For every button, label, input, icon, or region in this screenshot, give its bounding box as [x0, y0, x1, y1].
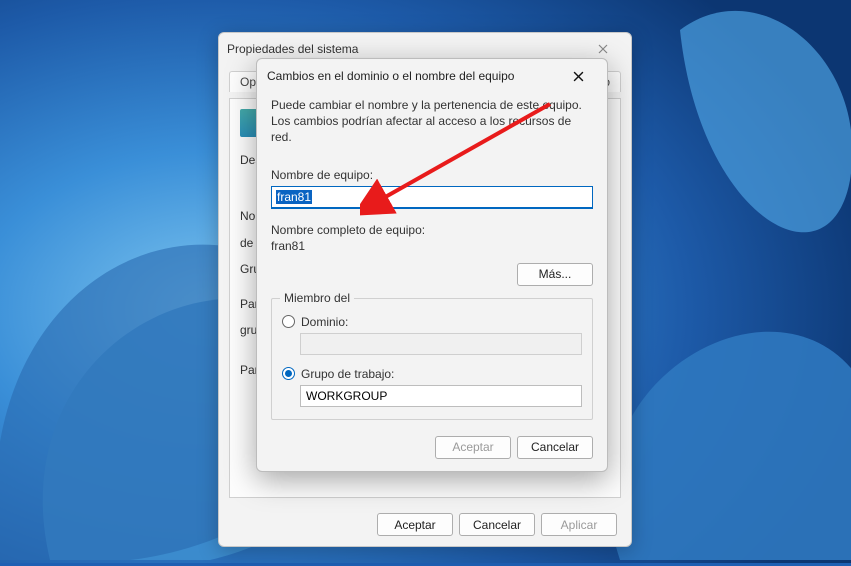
domain-radio-row[interactable]: Dominio: — [282, 315, 582, 329]
cancel-button[interactable]: Cancelar — [517, 436, 593, 459]
parent-title: Propiedades del sistema — [227, 42, 358, 56]
child-titlebar: Cambios en el dominio o el nombre del eq… — [257, 59, 607, 93]
workgroup-radio-row[interactable]: Grupo de trabajo: — [282, 367, 582, 381]
computer-name-label: Nombre de equipo: — [271, 168, 593, 182]
cancel-button[interactable]: Cancelar — [459, 513, 535, 536]
accept-button[interactable]: Aceptar — [435, 436, 511, 459]
computer-name-changes-dialog: Cambios en el dominio o el nombre del eq… — [256, 58, 608, 472]
full-computer-name-label: Nombre completo de equipo: — [271, 223, 593, 237]
parent-footer: Aceptar Cancelar Aplicar — [377, 513, 617, 536]
full-computer-name-value: fran81 — [271, 239, 593, 253]
accept-button[interactable]: Aceptar — [377, 513, 453, 536]
member-of-label: Miembro del — [280, 291, 354, 305]
close-icon[interactable] — [559, 62, 597, 90]
domain-input — [300, 333, 582, 355]
domain-label: Dominio: — [301, 315, 348, 329]
computer-name-input[interactable]: fran81 — [271, 186, 593, 209]
member-of-group: Miembro del Dominio: Grupo de trabajo: — [271, 298, 593, 420]
more-button[interactable]: Más... — [517, 263, 593, 286]
domain-radio[interactable] — [282, 315, 295, 328]
dialog-description: Puede cambiar el nombre y la pertenencia… — [271, 97, 593, 146]
workgroup-radio[interactable] — [282, 367, 295, 380]
workgroup-input[interactable] — [300, 385, 582, 407]
child-title: Cambios en el dominio o el nombre del eq… — [267, 69, 514, 83]
workgroup-label: Grupo de trabajo: — [301, 367, 394, 381]
apply-button[interactable]: Aplicar — [541, 513, 617, 536]
child-footer: Aceptar Cancelar — [257, 426, 607, 459]
